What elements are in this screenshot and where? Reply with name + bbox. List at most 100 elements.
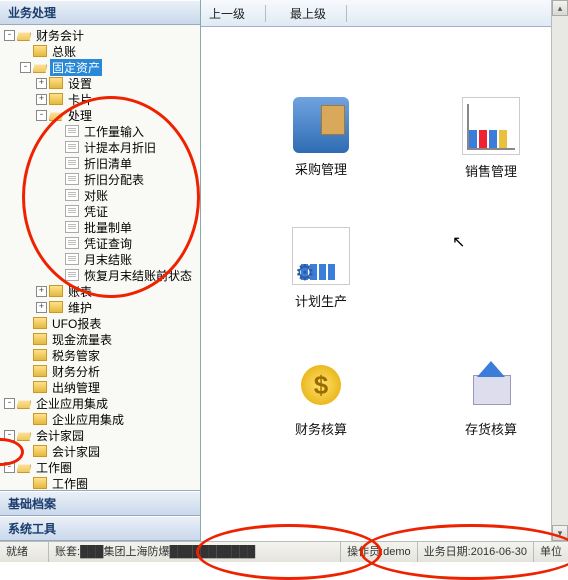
node-p7[interactable]: 凭证查询 bbox=[0, 235, 200, 251]
node-p6[interactable]: 批量制单 bbox=[0, 219, 200, 235]
scrollbar-vertical[interactable]: ▴ ▾ bbox=[551, 0, 568, 541]
node-label: 设置 bbox=[66, 75, 94, 92]
tile-label: 采购管理 bbox=[261, 159, 381, 178]
page-icon bbox=[65, 173, 79, 185]
collapse-icon[interactable]: - bbox=[4, 30, 15, 41]
node-p4[interactable]: 对账 bbox=[0, 187, 200, 203]
folder-open-icon bbox=[33, 61, 47, 73]
node-label: 总账 bbox=[50, 43, 78, 60]
node-p2[interactable]: 折旧清单 bbox=[0, 155, 200, 171]
section-business[interactable]: 业务处理 bbox=[0, 0, 200, 25]
node-cashier[interactable]: 出纳管理 bbox=[0, 379, 200, 395]
folder-icon bbox=[33, 365, 47, 377]
node-work[interactable]: -工作圈 bbox=[0, 459, 200, 475]
node-card[interactable]: +卡片 bbox=[0, 91, 200, 107]
folder-icon bbox=[33, 445, 47, 457]
folder-icon bbox=[33, 333, 47, 345]
node-ufo[interactable]: UFO报表 bbox=[0, 315, 200, 331]
node-entapp[interactable]: - 企业应用集成 bbox=[0, 395, 200, 411]
node-p1[interactable]: 计提本月折旧 bbox=[0, 139, 200, 155]
collapse-icon[interactable]: - bbox=[20, 62, 31, 73]
sales-icon bbox=[462, 97, 520, 155]
node-label: 财务会计 bbox=[34, 27, 86, 44]
folder-icon bbox=[49, 285, 63, 297]
node-label: 折旧分配表 bbox=[82, 171, 146, 188]
node-label: UFO报表 bbox=[50, 315, 103, 332]
node-label: 月末结账 bbox=[82, 251, 134, 268]
page-icon bbox=[65, 269, 79, 281]
node-p3[interactable]: 折旧分配表 bbox=[0, 171, 200, 187]
status-operator: 操作员:demo bbox=[341, 542, 418, 562]
tile-sales[interactable]: 销售管理 bbox=[431, 97, 551, 180]
node-label: 凭证查询 bbox=[82, 235, 134, 252]
collapse-icon[interactable]: - bbox=[4, 430, 15, 441]
node-fixed[interactable]: -固定资产 bbox=[0, 59, 200, 75]
node-p9[interactable]: 恢复月末结账前状态 bbox=[0, 267, 200, 283]
page-icon bbox=[65, 189, 79, 201]
expand-icon[interactable]: + bbox=[36, 78, 47, 89]
node-maint[interactable]: + 维护 bbox=[0, 299, 200, 315]
scroll-down-icon[interactable]: ▾ bbox=[552, 525, 568, 541]
page-icon bbox=[65, 221, 79, 233]
node-cash[interactable]: 现金流量表 bbox=[0, 331, 200, 347]
btn-top-level[interactable]: 最上级 bbox=[290, 5, 347, 22]
node-label: 出纳管理 bbox=[50, 379, 102, 396]
node-label: 账表 bbox=[66, 283, 94, 300]
folder-open-icon bbox=[17, 29, 31, 41]
node-p0[interactable]: 工作量输入 bbox=[0, 123, 200, 139]
node-acchome[interactable]: -会计家园 bbox=[0, 427, 200, 443]
node-finana[interactable]: 财务分析 bbox=[0, 363, 200, 379]
page-icon bbox=[65, 125, 79, 137]
node-label: 折旧清单 bbox=[82, 155, 134, 172]
expand-icon[interactable]: + bbox=[36, 94, 47, 105]
node-label: 凭证 bbox=[82, 203, 110, 220]
node-acchomec[interactable]: 会计家园 bbox=[0, 443, 200, 459]
nav-panel: 业务处理 - 财务会计 总账 -固定资产 + 设置 +卡片 - 处理 工作量输入 计提… bbox=[0, 0, 201, 541]
tile-finance[interactable]: 财务核算 bbox=[261, 357, 381, 438]
node-label: 维护 bbox=[66, 299, 94, 316]
folder-icon bbox=[33, 45, 47, 57]
node-entappc[interactable]: 企业应用集成 bbox=[0, 411, 200, 427]
collapse-icon[interactable]: - bbox=[4, 398, 15, 409]
tile-plan[interactable]: 计划生产 bbox=[261, 227, 381, 310]
collapse-icon[interactable]: - bbox=[36, 110, 47, 121]
section-system[interactable]: 系统工具 bbox=[0, 516, 200, 541]
tile-label: 计划生产 bbox=[261, 291, 381, 310]
node-setup[interactable]: + 设置 bbox=[0, 75, 200, 91]
node-p8[interactable]: 月末结账 bbox=[0, 251, 200, 267]
node-label: 现金流量表 bbox=[50, 331, 114, 348]
node-tax[interactable]: 税务管家 bbox=[0, 347, 200, 363]
tile-purchase[interactable]: 采购管理 bbox=[261, 97, 381, 178]
node-label: 企业应用集成 bbox=[50, 411, 126, 428]
expand-icon[interactable]: + bbox=[36, 286, 47, 297]
page-icon bbox=[65, 141, 79, 153]
folder-open-icon bbox=[17, 429, 31, 441]
folder-open-icon bbox=[49, 109, 63, 121]
folder-icon bbox=[33, 317, 47, 329]
purchase-icon bbox=[293, 97, 349, 153]
tile-inventory[interactable]: 存货核算 bbox=[431, 357, 551, 438]
node-report[interactable]: + 账表 bbox=[0, 283, 200, 299]
node-label: 企业应用集成 bbox=[34, 395, 110, 412]
scroll-track[interactable] bbox=[552, 16, 568, 525]
btn-up-level[interactable]: 上一级 bbox=[209, 5, 266, 22]
inventory-icon bbox=[463, 357, 519, 413]
collapse-icon[interactable]: - bbox=[4, 462, 15, 473]
node-label: 计提本月折旧 bbox=[82, 139, 158, 156]
folder-icon bbox=[33, 349, 47, 361]
node-label: 批量制单 bbox=[82, 219, 134, 236]
scroll-up-icon[interactable]: ▴ bbox=[552, 0, 568, 16]
status-unit: 单位 bbox=[534, 542, 568, 562]
node-gl[interactable]: 总账 bbox=[0, 43, 200, 59]
node-label: 处理 bbox=[66, 107, 94, 124]
expand-icon[interactable]: + bbox=[36, 302, 47, 313]
node-finacc[interactable]: - 财务会计 bbox=[0, 27, 200, 43]
node-p5[interactable]: 凭证 bbox=[0, 203, 200, 219]
node-workc[interactable]: 工作圈 bbox=[0, 475, 200, 491]
status-ready: 就绪 bbox=[0, 542, 49, 562]
finance-icon bbox=[293, 357, 349, 413]
toolbar: 上一级 最上级 bbox=[201, 0, 551, 27]
section-basic[interactable]: 基础档案 bbox=[0, 491, 200, 516]
node-proc[interactable]: - 处理 bbox=[0, 107, 200, 123]
folder-open-icon bbox=[17, 397, 31, 409]
